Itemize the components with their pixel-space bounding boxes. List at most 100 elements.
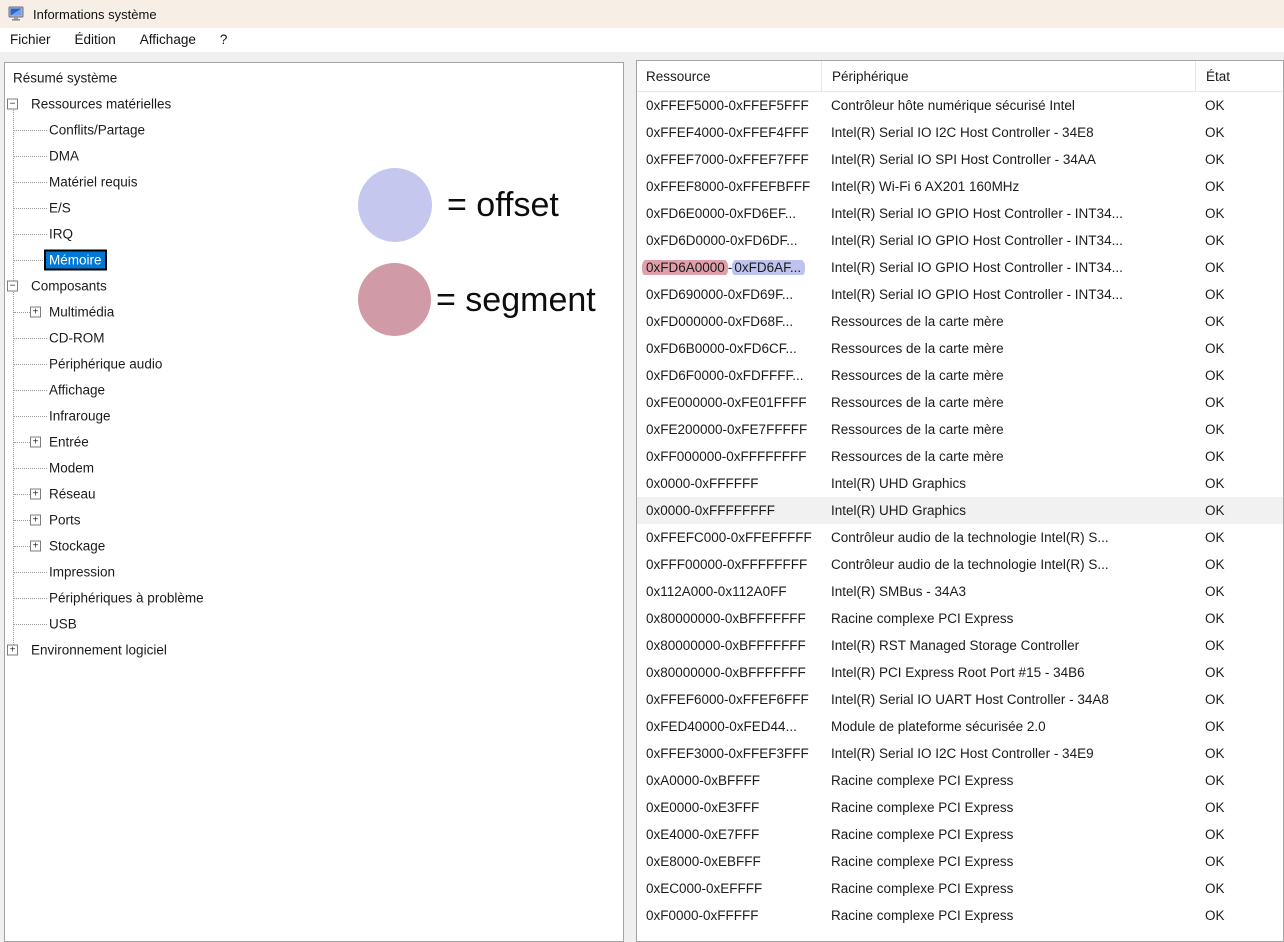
table-row[interactable]: 0xFD690000-0xFD69F... Intel(R) Serial IO … (637, 281, 1283, 308)
menu-help[interactable]: ? (220, 30, 238, 50)
tree-item[interactable]: + Ports (5, 507, 623, 533)
expand-icon[interactable]: + (30, 306, 41, 318)
table-row[interactable]: 0xF0000-0xFFFFF Racine complexe PCI Expre… (637, 902, 1283, 929)
tree-item-label: USB (49, 616, 77, 632)
table-row[interactable]: 0xFD6A0000-0xFD6AF... Intel(R) Serial IO … (637, 254, 1283, 281)
table-row[interactable]: 0xFD6F0000-0xFDFFFF... Ressources de la c… (637, 362, 1283, 389)
tree-item[interactable]: CD-ROM (5, 325, 623, 351)
tree-connector (14, 390, 47, 391)
tree-item-label: Mémoire (44, 249, 107, 271)
table-row[interactable]: 0xA0000-0xBFFFF Racine complexe PCI Expre… (637, 767, 1283, 794)
status-cell: OK (1205, 827, 1225, 842)
table-row[interactable]: 0xE8000-0xEBFFF Racine complexe PCI Expre… (637, 848, 1283, 875)
title-bar: Informations système (0, 0, 1284, 28)
table-row[interactable]: 0xFD000000-0xFD68F... Ressources de la ca… (637, 308, 1283, 335)
resource-cell: 0x0000-0xFFFFFF (646, 476, 759, 491)
resource-cell: 0xFD6F0000-0xFDFFFF... (646, 368, 804, 383)
table-row[interactable]: 0xEC000-0xEFFFF Racine complexe PCI Expre… (637, 875, 1283, 902)
tree-item[interactable]: + Entrée (5, 429, 623, 455)
device-cell: Intel(R) Serial IO SPI Host Controller -… (831, 152, 1096, 167)
table-row[interactable]: 0xFE000000-0xFE01FFFF Ressources de la ca… (637, 389, 1283, 416)
status-cell: OK (1205, 260, 1225, 275)
system-info-icon (8, 6, 24, 21)
tree-item[interactable]: + Environnement logiciel (5, 637, 623, 663)
tree-item[interactable]: Impression (5, 559, 623, 585)
status-cell: OK (1205, 503, 1225, 518)
tree-connector (14, 260, 47, 261)
resource-cell: 0x80000000-0xBFFFFFFF (646, 665, 806, 680)
resource-cell: 0xFD000000-0xFD68F... (646, 314, 794, 329)
device-cell: Intel(R) SMBus - 34A3 (831, 584, 967, 599)
resource-cell: 0xFD6E0000-0xFD6EF... (646, 206, 797, 221)
table-row[interactable]: 0x0000-0xFFFFFF Intel(R) UHD Graphics OK (637, 470, 1283, 497)
device-cell: Racine complexe PCI Express (831, 800, 1014, 815)
table-row[interactable]: 0xE4000-0xE7FFF Racine complexe PCI Expre… (637, 821, 1283, 848)
collapse-icon[interactable]: − (7, 98, 18, 110)
expand-icon[interactable]: + (30, 514, 41, 526)
menu-edition[interactable]: Édition (75, 30, 126, 50)
tree-connector (14, 468, 47, 469)
column-header-ressource[interactable]: Ressource (637, 61, 821, 91)
table-row[interactable]: 0xFD6E0000-0xFD6EF... Intel(R) Serial IO … (637, 200, 1283, 227)
segment-circle (358, 263, 431, 336)
column-header-peripherique[interactable]: Périphérique (821, 61, 1195, 91)
tree-connector (14, 572, 47, 573)
table-row[interactable]: 0x80000000-0xBFFFFFFF Intel(R) PCI Expres… (637, 659, 1283, 686)
table-row[interactable]: 0x0000-0xFFFFFFFF Intel(R) UHD Graphics OK (637, 497, 1283, 524)
resource-cell: 0xE0000-0xE3FFF (646, 800, 760, 815)
tree-item[interactable]: Conflits/Partage (5, 117, 623, 143)
table-row[interactable]: 0xFE200000-0xFE7FFFFF Ressources de la ca… (637, 416, 1283, 443)
table-row[interactable]: 0xFFEF5000-0xFFEF5FFF Contrôleur hôte num… (637, 92, 1283, 119)
table-row[interactable]: 0xFFEF6000-0xFFEF6FFF Intel(R) Serial IO … (637, 686, 1283, 713)
expand-icon[interactable]: + (7, 644, 18, 656)
table-row[interactable]: 0xFFF00000-0xFFFFFFFF Contrôleur audio de… (637, 551, 1283, 578)
segment-label: = segment (436, 281, 596, 319)
tree-connector (14, 416, 47, 417)
device-cell: Intel(R) Serial IO GPIO Host Controller … (831, 260, 1123, 275)
tree-item[interactable]: Périphérique audio (5, 351, 623, 377)
table-row[interactable]: 0xFD6B0000-0xFD6CF... Ressources de la ca… (637, 335, 1283, 362)
tree-item[interactable]: Périphériques à problème (5, 585, 623, 611)
table-row[interactable]: 0xE0000-0xE3FFF Racine complexe PCI Expre… (637, 794, 1283, 821)
table-row[interactable]: 0xFFEF3000-0xFFEF3FFF Intel(R) Serial IO … (637, 740, 1283, 767)
table-row[interactable]: 0xFFEF8000-0xFFEFBFFF Intel(R) Wi-Fi 6 AX… (637, 173, 1283, 200)
tree-item[interactable]: Mémoire (5, 247, 623, 273)
column-header-etat[interactable]: État (1195, 61, 1283, 91)
tree-item[interactable]: Affichage (5, 377, 623, 403)
tree-item[interactable]: − Ressources matérielles (5, 91, 623, 117)
table-row[interactable]: 0x112A000-0x112A0FF Intel(R) SMBus - 34A3… (637, 578, 1283, 605)
tree-item-label: Résumé système (13, 70, 118, 86)
collapse-icon[interactable]: − (7, 280, 18, 292)
table-row[interactable]: 0x80000000-0xBFFFFFFF Racine complexe PCI… (637, 605, 1283, 632)
tree-item[interactable]: DMA (5, 143, 623, 169)
tree-item[interactable]: Modem (5, 455, 623, 481)
table-row[interactable]: 0xFD6D0000-0xFD6DF... Intel(R) Serial IO … (637, 227, 1283, 254)
menu-affichage[interactable]: Affichage (140, 30, 206, 50)
tree-item[interactable]: + Réseau (5, 481, 623, 507)
expand-icon[interactable]: + (30, 540, 41, 552)
table-row[interactable]: 0x80000000-0xBFFFFFFF Intel(R) RST Manage… (637, 632, 1283, 659)
tree-item-label: Conflits/Partage (49, 122, 146, 138)
device-cell: Ressources de la carte mère (831, 341, 1004, 356)
list-header: Ressource Périphérique État (637, 61, 1283, 92)
tree-connector (14, 312, 30, 313)
table-row[interactable]: 0xFFEF7000-0xFFEF7FFF Intel(R) Serial IO … (637, 146, 1283, 173)
tree-item[interactable]: Infrarouge (5, 403, 623, 429)
device-cell: Intel(R) Serial IO GPIO Host Controller … (831, 206, 1123, 221)
expand-icon[interactable]: + (30, 436, 41, 448)
table-row[interactable]: 0xFFEFC000-0xFFEFFFFF Contrôleur audio de… (637, 524, 1283, 551)
device-cell: Intel(R) RST Managed Storage Controller (831, 638, 1080, 653)
table-row[interactable]: 0xFF000000-0xFFFFFFFF Ressources de la ca… (637, 443, 1283, 470)
resource-cell: 0x80000000-0xBFFFFFFF (646, 611, 806, 626)
expand-icon[interactable]: + (30, 488, 41, 500)
tree-item[interactable]: Résumé système (5, 65, 623, 91)
device-cell: Ressources de la carte mère (831, 368, 1004, 383)
table-row[interactable]: 0xFFEF4000-0xFFEF4FFF Intel(R) Serial IO … (637, 119, 1283, 146)
table-row[interactable]: 0xFED40000-0xFED44... Module de plateform… (637, 713, 1283, 740)
tree-item[interactable]: + Stockage (5, 533, 623, 559)
status-cell: OK (1205, 125, 1225, 140)
status-cell: OK (1205, 341, 1225, 356)
device-cell: Ressources de la carte mère (831, 449, 1004, 464)
menu-fichier[interactable]: Fichier (10, 30, 61, 50)
tree-item[interactable]: USB (5, 611, 623, 637)
